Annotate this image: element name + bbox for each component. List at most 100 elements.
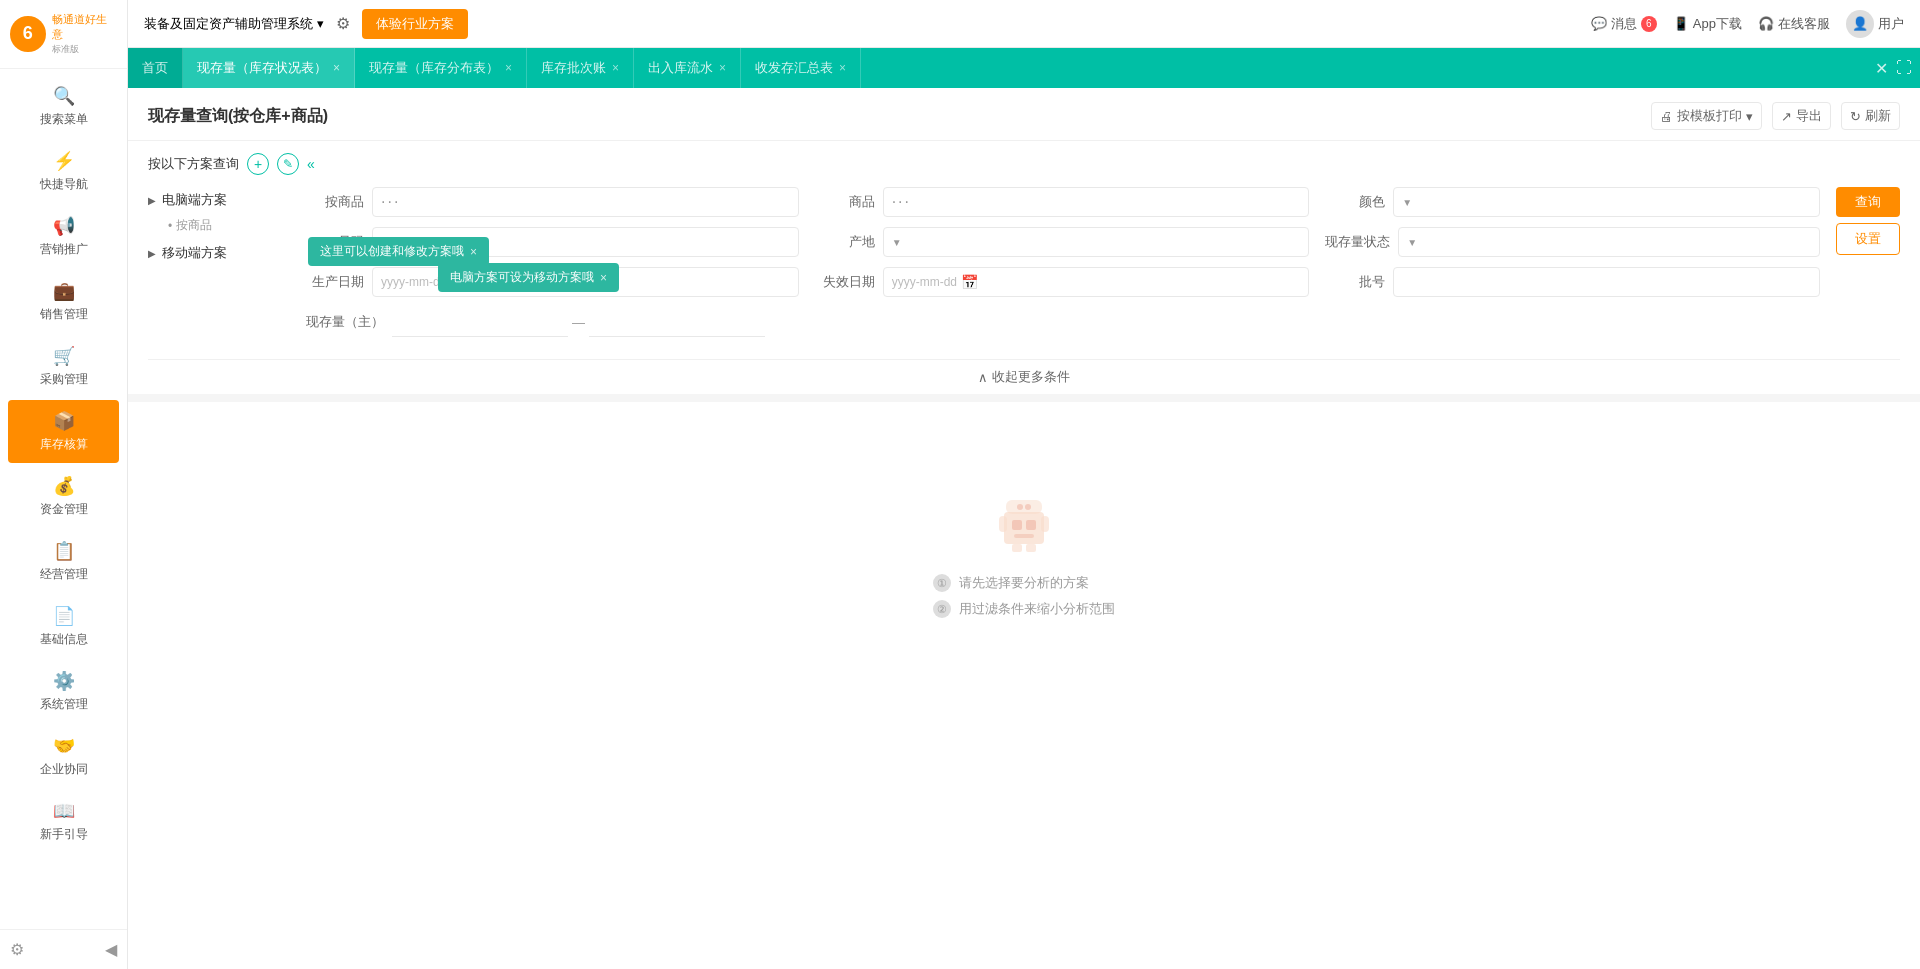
inventory-icon: 📦 xyxy=(53,410,75,432)
query-button[interactable]: 查询 xyxy=(1836,187,1900,217)
system-title[interactable]: 装备及固定资产辅助管理系统 ▾ xyxy=(144,15,324,33)
origin-input[interactable]: ▼ xyxy=(883,227,1310,257)
color-label: 颜色 xyxy=(1325,193,1385,211)
sub-scheme-label: 按商品 xyxy=(176,217,212,234)
search-icon: 🔍 xyxy=(53,85,75,107)
expire-date-start[interactable]: yyyy-mm-dd 📅 xyxy=(883,267,1310,297)
tab-summary[interactable]: 收发存汇总表 × xyxy=(741,48,861,88)
message-button[interactable]: 💬 消息 6 xyxy=(1591,15,1657,33)
filter-edit-button[interactable]: ✎ xyxy=(277,153,299,175)
category-input[interactable]: ··· xyxy=(372,187,799,217)
tab-close-icon[interactable]: × xyxy=(719,61,726,75)
empty-state: ① 请先选择要分析的方案 ② 用过滤条件来缩小分析范围 xyxy=(128,402,1920,698)
category-label: 按商品 xyxy=(304,193,364,211)
collapse-row: ∧ 收起更多条件 xyxy=(148,359,1900,394)
sidebar-item-basic[interactable]: 📄 基础信息 xyxy=(8,595,119,658)
filter-header: 按以下方案查询 + ✎ « 电脑方案可设为移动方案哦 × xyxy=(148,153,1900,175)
svg-point-9 xyxy=(1017,504,1023,510)
scheme-desktop[interactable]: ▶ 电脑端方案 xyxy=(148,187,288,213)
status-input[interactable]: ▼ xyxy=(1398,227,1820,257)
tab-expand-icon[interactable]: ⛶ xyxy=(1896,59,1912,77)
cooperation-icon: 🤝 xyxy=(53,735,75,757)
goods-input[interactable]: ··· xyxy=(883,187,1310,217)
origin-label: 产地 xyxy=(815,233,875,251)
date-placeholder: yyyy-mm-dd xyxy=(381,275,446,289)
refresh-icon: ↻ xyxy=(1850,109,1861,124)
sidebar-item-label: 营销推广 xyxy=(40,241,88,258)
batch-input[interactable] xyxy=(1393,267,1820,297)
dots-icon: ··· xyxy=(381,193,400,211)
sidebar-item-label: 基础信息 xyxy=(40,631,88,648)
marketing-icon: 📢 xyxy=(53,215,75,237)
tab-close-icon[interactable]: × xyxy=(839,61,846,75)
tab-close-icon[interactable]: × xyxy=(612,61,619,75)
sidebar-item-label: 销售管理 xyxy=(40,306,88,323)
app-logo: 6 畅通道好生意 标准版 xyxy=(0,0,127,69)
qty-range-start[interactable] xyxy=(392,307,568,337)
qty-range-end[interactable] xyxy=(589,307,765,337)
chevron-up-icon: ∧ xyxy=(978,370,988,385)
settings-icon[interactable]: ⚙ xyxy=(336,14,350,33)
filter-arrow-button[interactable]: « xyxy=(307,156,315,172)
filter-row-2: 尺码 ▼ 产地 ▼ 现存量状态 xyxy=(304,227,1820,257)
app-badge: 标准版 xyxy=(52,43,117,56)
tooltip-close-button2[interactable]: × xyxy=(470,245,477,259)
tab-inout[interactable]: 出入库流水 × xyxy=(634,48,741,88)
experience-button[interactable]: 体验行业方案 xyxy=(362,9,468,39)
sidebar-item-inventory[interactable]: 📦 库存核算 xyxy=(8,400,119,463)
online-support-label: 在线客服 xyxy=(1778,15,1830,33)
scheme-desktop-label: 电脑端方案 xyxy=(162,191,227,209)
tab-close-all-icon[interactable]: ✕ xyxy=(1875,59,1888,78)
tooltip-close-button[interactable]: × xyxy=(600,271,607,285)
sub-scheme-按商品[interactable]: • 按商品 xyxy=(168,215,288,236)
sidebar-footer: ⚙ ◀ xyxy=(0,929,127,969)
scheme-mobile[interactable]: ▶ 移动端方案 xyxy=(148,240,288,266)
qty-range-input: — xyxy=(392,307,765,337)
svg-rect-6 xyxy=(1012,544,1022,552)
sidebar-item-label: 采购管理 xyxy=(40,371,88,388)
app-download-button[interactable]: 📱 App下载 xyxy=(1673,15,1742,33)
sidebar-item-marketing[interactable]: 📢 营销推广 xyxy=(8,205,119,268)
chevron-down-icon: ▾ xyxy=(1746,109,1753,124)
tab-home[interactable]: 首页 xyxy=(128,48,183,88)
color-input[interactable]: ▼ xyxy=(1393,187,1820,217)
sidebar: 6 畅通道好生意 标准版 🔍 搜索菜单 ⚡ 快捷导航 📢 营销推广 💼 销售管理… xyxy=(0,0,128,969)
tab-close-icon[interactable]: × xyxy=(333,61,340,75)
top-header: 装备及固定资产辅助管理系统 ▾ ⚙ 体验行业方案 💬 消息 6 📱 App下载 … xyxy=(128,0,1920,48)
sidebar-item-ops[interactable]: 📋 经营管理 xyxy=(8,530,119,593)
tab-batch[interactable]: 库存批次账 × xyxy=(527,48,634,88)
sidebar-item-sales[interactable]: 💼 销售管理 xyxy=(8,270,119,333)
export-button[interactable]: ↗ 导出 xyxy=(1772,102,1831,130)
empty-hints: ① 请先选择要分析的方案 ② 用过滤条件来缩小分析范围 xyxy=(933,574,1115,618)
collapse-button[interactable]: ∧ 收起更多条件 xyxy=(978,368,1070,386)
settings-footer-button[interactable]: ⚙ xyxy=(10,940,24,959)
tab-inventory-dist[interactable]: 现存量（库存分布表） × xyxy=(355,48,527,88)
sidebar-item-guide[interactable]: 📖 新手引导 xyxy=(8,790,119,853)
sidebar-item-cooperation[interactable]: 🤝 企业协同 xyxy=(8,725,119,788)
scheme-sub-item: • 按商品 xyxy=(148,215,288,236)
reset-button[interactable]: 设置 xyxy=(1836,223,1900,255)
tab-batch-label: 库存批次账 xyxy=(541,59,606,77)
filter-add-button[interactable]: + xyxy=(247,153,269,175)
tab-close-icon[interactable]: × xyxy=(505,61,512,75)
collapse-sidebar-button[interactable]: ◀ xyxy=(105,940,117,959)
sidebar-item-finance[interactable]: 💰 资金管理 xyxy=(8,465,119,528)
print-template-button[interactable]: 🖨 按模板打印 ▾ xyxy=(1651,102,1762,130)
refresh-button[interactable]: ↻ 刷新 xyxy=(1841,102,1900,130)
svg-rect-4 xyxy=(999,516,1007,532)
filter-field-goods: 商品 ··· xyxy=(815,187,1310,217)
guide-icon: 📖 xyxy=(53,800,75,822)
basic-icon: 📄 xyxy=(53,605,75,627)
action-buttons: 查询 设置 xyxy=(1836,187,1900,255)
app-name: 畅通道好生意 xyxy=(52,12,117,43)
sidebar-item-purchase[interactable]: 🛒 采购管理 xyxy=(8,335,119,398)
tooltip-text: 电脑方案可设为移动方案哦 xyxy=(450,269,594,286)
sidebar-item-system[interactable]: ⚙️ 系统管理 xyxy=(8,660,119,723)
online-support-button[interactable]: 🎧 在线客服 xyxy=(1758,15,1830,33)
tab-inventory-status[interactable]: 现存量（库存状况表） × xyxy=(183,48,355,88)
system-title-text: 装备及固定资产辅助管理系统 xyxy=(144,15,313,33)
avatar: 👤 xyxy=(1846,10,1874,38)
user-button[interactable]: 👤 用户 xyxy=(1846,10,1904,38)
sidebar-item-search[interactable]: 🔍 搜索菜单 xyxy=(8,75,119,138)
sidebar-item-quick[interactable]: ⚡ 快捷导航 xyxy=(8,140,119,203)
